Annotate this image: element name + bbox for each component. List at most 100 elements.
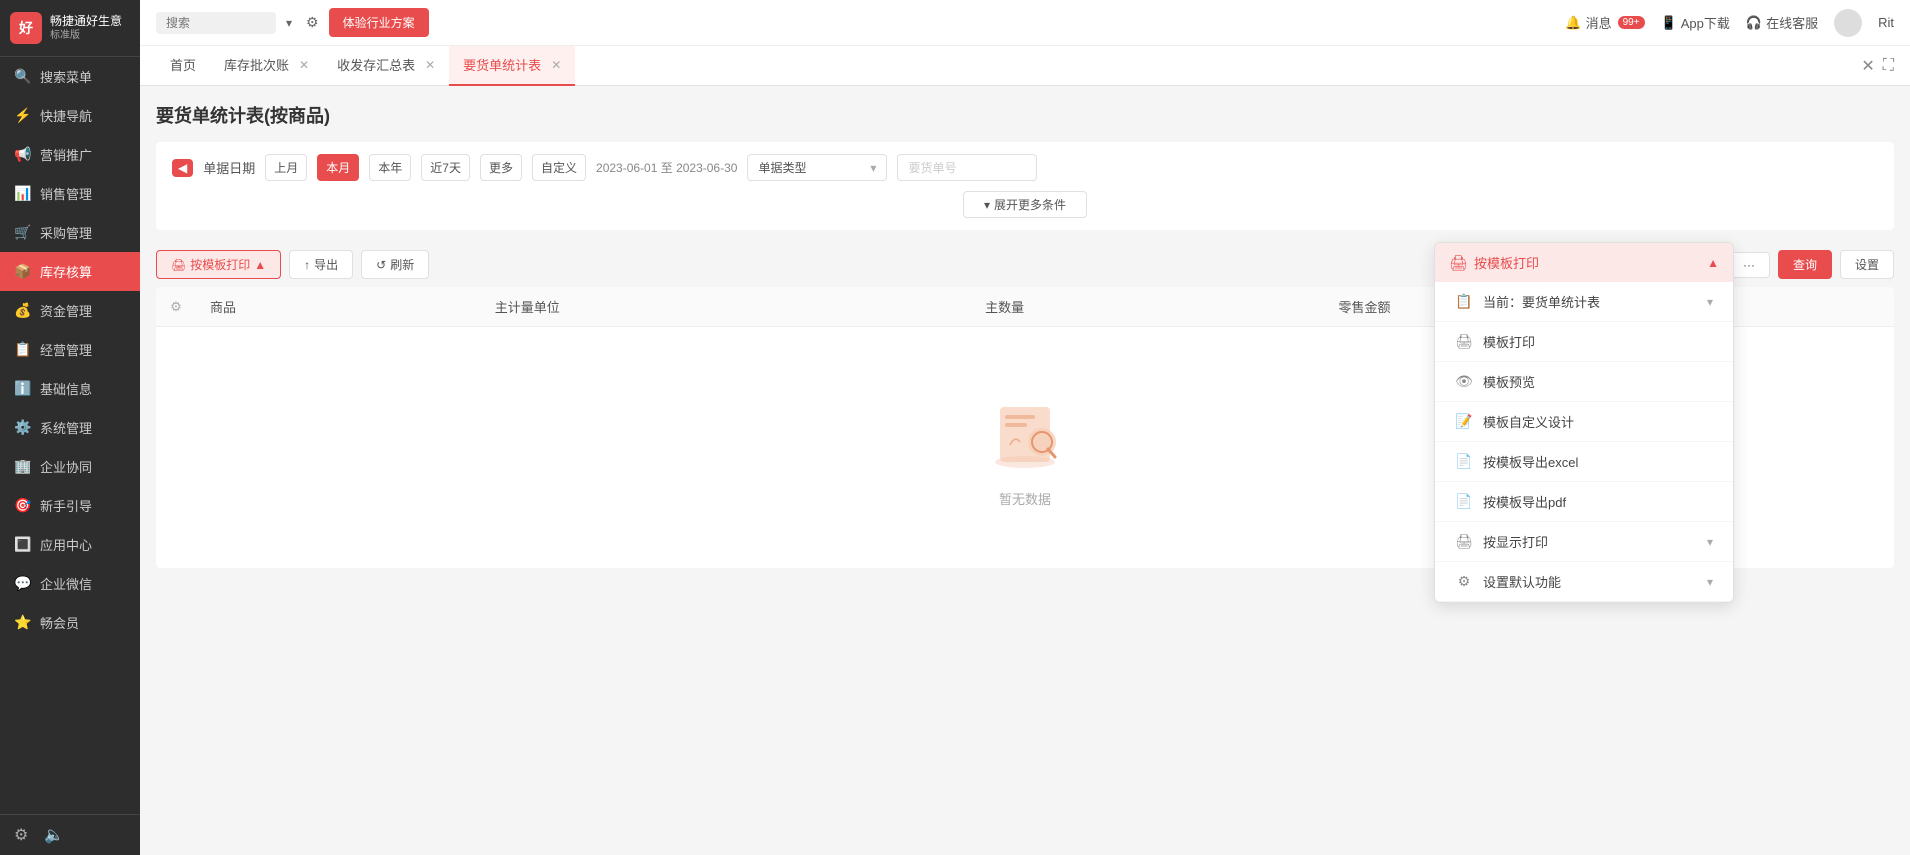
sidebar-item-system[interactable]: ⚙️ 系统管理 [0, 408, 140, 447]
date-btn-more[interactable]: 更多 [480, 154, 522, 181]
display-print-icon: 🖨 [1455, 533, 1473, 550]
sidebar-item-search[interactable]: 🔍 搜索菜单 [0, 57, 140, 96]
newbie-icon: 🎯 [14, 497, 32, 514]
page-title: 要货单统计表(按商品) [156, 102, 1894, 128]
table-th-product: 商品 [196, 287, 481, 327]
industry-btn[interactable]: 体验行业方案 [329, 8, 429, 37]
date-btn-7days[interactable]: 近7天 [421, 154, 470, 181]
dropdown-template-design[interactable]: 📝 模板自定义设计 [1435, 402, 1733, 442]
purchase-icon: 🛒 [14, 224, 32, 241]
type-select[interactable]: 单据类型 ▾ [747, 154, 887, 181]
tab-home-label: 首页 [170, 55, 196, 74]
dropdown-template-print[interactable]: 🖨 模板打印 [1435, 322, 1733, 362]
operation-icon: 📋 [14, 341, 32, 358]
tab-order-stat[interactable]: 要货单统计表 ✕ [449, 46, 575, 86]
sidebar-item-label: 搜索菜单 [40, 67, 92, 86]
avatar[interactable] [1834, 9, 1862, 37]
sidebar-item-marketing[interactable]: 📢 营销推广 [0, 135, 140, 174]
dropdown-template-preview[interactable]: 👁 模板预览 [1435, 362, 1733, 402]
dropdown-set-default[interactable]: ⚙ 设置默认功能 ▾ [1435, 562, 1733, 602]
app-download-label: App下载 [1681, 13, 1730, 32]
export-pdf-label: 按模板导出pdf [1483, 492, 1566, 511]
system-icon: ⚙️ [14, 419, 32, 436]
template-preview-icon: 👁 [1455, 373, 1473, 390]
inventory-icon: 📦 [14, 263, 32, 280]
query-btn[interactable]: 查询 [1778, 250, 1832, 279]
logo-icon: 好 [10, 12, 42, 44]
display-print-label: 按显示打印 [1483, 532, 1548, 551]
online-service-btn[interactable]: 🎧 在线客服 [1746, 13, 1818, 32]
sidebar-item-wechat[interactable]: 💬 企业微信 [0, 564, 140, 603]
sidebar-item-newbie[interactable]: 🎯 新手引导 [0, 486, 140, 525]
app-name: 畅捷通好生意 [50, 14, 122, 30]
template-print-btn[interactable]: 🖨 按模板打印 ▲ [156, 250, 281, 279]
refresh-btn[interactable]: ↺ 刷新 [361, 250, 429, 279]
tab-batch-close[interactable]: ✕ [299, 58, 309, 72]
dropdown-export-pdf[interactable]: 📄 按模板导出pdf [1435, 482, 1733, 522]
date-btn-custom[interactable]: 自定义 [532, 154, 586, 181]
tab-home[interactable]: 首页 [156, 46, 210, 86]
current-template-chevron: ▾ [1707, 295, 1713, 309]
tab-expand-icon[interactable]: ⛶ [1883, 57, 1894, 75]
filter-collapse-btn[interactable]: ◀ [172, 159, 193, 177]
date-filter-label: 单据日期 [203, 158, 255, 177]
sidebar-item-label: 应用中心 [40, 535, 92, 554]
table-th-extra [1746, 287, 1894, 327]
table-setting-icon[interactable]: ⚙ [170, 299, 182, 314]
display-print-chevron: ▾ [1707, 535, 1713, 549]
topbar-dropdown[interactable]: ▾ [286, 16, 292, 30]
search-input[interactable] [156, 12, 276, 34]
dropdown-export-excel[interactable]: 📄 按模板导出excel [1435, 442, 1733, 482]
tab-summary[interactable]: 收发存汇总表 ✕ [323, 46, 449, 86]
logo-area: 好 畅捷通好生意 标准版 [0, 0, 140, 57]
dropdown-header-left: 🖨 按模板打印 [1449, 253, 1539, 272]
expand-more-btn[interactable]: ▾ 展开更多条件 [963, 191, 1087, 218]
tab-summary-close[interactable]: ✕ [425, 58, 435, 72]
settings-bottom-icon[interactable]: ⚙ [14, 825, 28, 845]
date-btn-prev-month[interactable]: 上月 [265, 154, 307, 181]
appstore-icon: 🔳 [14, 536, 32, 553]
date-btn-this-year[interactable]: 本年 [369, 154, 411, 181]
date-btn-this-month[interactable]: 本月 [317, 154, 359, 181]
sidebar-bottom: ⚙ 🔈 [0, 814, 140, 855]
sidebar-item-purchase[interactable]: 🛒 采购管理 [0, 213, 140, 252]
tab-close-all-icon[interactable]: ✕ [1861, 56, 1874, 76]
sidebar-item-sales[interactable]: 📊 销售管理 [0, 174, 140, 213]
sidebar-item-basic[interactable]: ℹ️ 基础信息 [0, 369, 140, 408]
sidebar-item-shortcut[interactable]: ⚡ 快捷导航 [0, 96, 140, 135]
dropdown-close-chevron[interactable]: ▲ [1707, 256, 1719, 270]
filter-row-1: ◀ 单据日期 上月 本月 本年 近7天 更多 自定义 2023-06-01 至 … [172, 154, 1878, 181]
dropdown-current-item[interactable]: 📋 当前：要货单统计表 ▾ [1435, 282, 1733, 322]
toolbar: 🖨 按模板打印 ▲ ↑ 导出 ↺ 刷新 ··· 查询 设置 [156, 242, 1894, 287]
expand-more-label: 展开更多条件 [994, 196, 1066, 213]
more-icon-btn[interactable]: ··· [1728, 252, 1770, 278]
sidebar-item-enterprise[interactable]: 🏢 企业协同 [0, 447, 140, 486]
app-download-btn[interactable]: 📱 App下载 [1661, 13, 1730, 32]
export-btn[interactable]: ↑ 导出 [289, 250, 353, 279]
sidebar-item-inventory[interactable]: 📦 库存核算 [0, 252, 140, 291]
search-nav-icon: 🔍 [14, 68, 32, 85]
order-code-input[interactable]: 要货单号 [897, 154, 1037, 181]
template-preview-label: 模板预览 [1483, 372, 1535, 391]
dropdown-display-print[interactable]: 🖨 按显示打印 ▾ [1435, 522, 1733, 562]
notifications-badge: 99+ [1618, 16, 1645, 29]
tab-batch[interactable]: 库存批次账 ✕ [210, 46, 323, 86]
topbar-gear-icon[interactable]: ⚙ [306, 14, 319, 31]
expand-more-row: ▾ 展开更多条件 [172, 191, 1878, 218]
sidebar: 好 畅捷通好生意 标准版 🔍 搜索菜单 ⚡ 快捷导航 📢 营销推广 📊 销售管理… [0, 0, 140, 855]
sidebar-item-finance[interactable]: 💰 资金管理 [0, 291, 140, 330]
sidebar-item-operation[interactable]: 📋 经营管理 [0, 330, 140, 369]
tab-batch-label: 库存批次账 [224, 55, 289, 74]
print-icon: 🖨 [171, 258, 186, 272]
sidebar-item-label: 采购管理 [40, 223, 92, 242]
sidebar-item-member[interactable]: ⭐ 畅会员 [0, 603, 140, 642]
export-label: 导出 [314, 256, 338, 273]
tab-order-stat-close[interactable]: ✕ [551, 58, 561, 72]
settings-btn[interactable]: 设置 [1840, 250, 1894, 279]
speaker-icon[interactable]: 🔈 [44, 825, 64, 845]
print-chevron-up: ▲ [254, 258, 266, 272]
bell-icon: 🔔 [1565, 15, 1581, 31]
sidebar-item-appstore[interactable]: 🔳 应用中心 [0, 525, 140, 564]
notifications-btn[interactable]: 🔔 消息 99+ [1565, 13, 1644, 32]
export-pdf-icon: 📄 [1455, 493, 1473, 510]
